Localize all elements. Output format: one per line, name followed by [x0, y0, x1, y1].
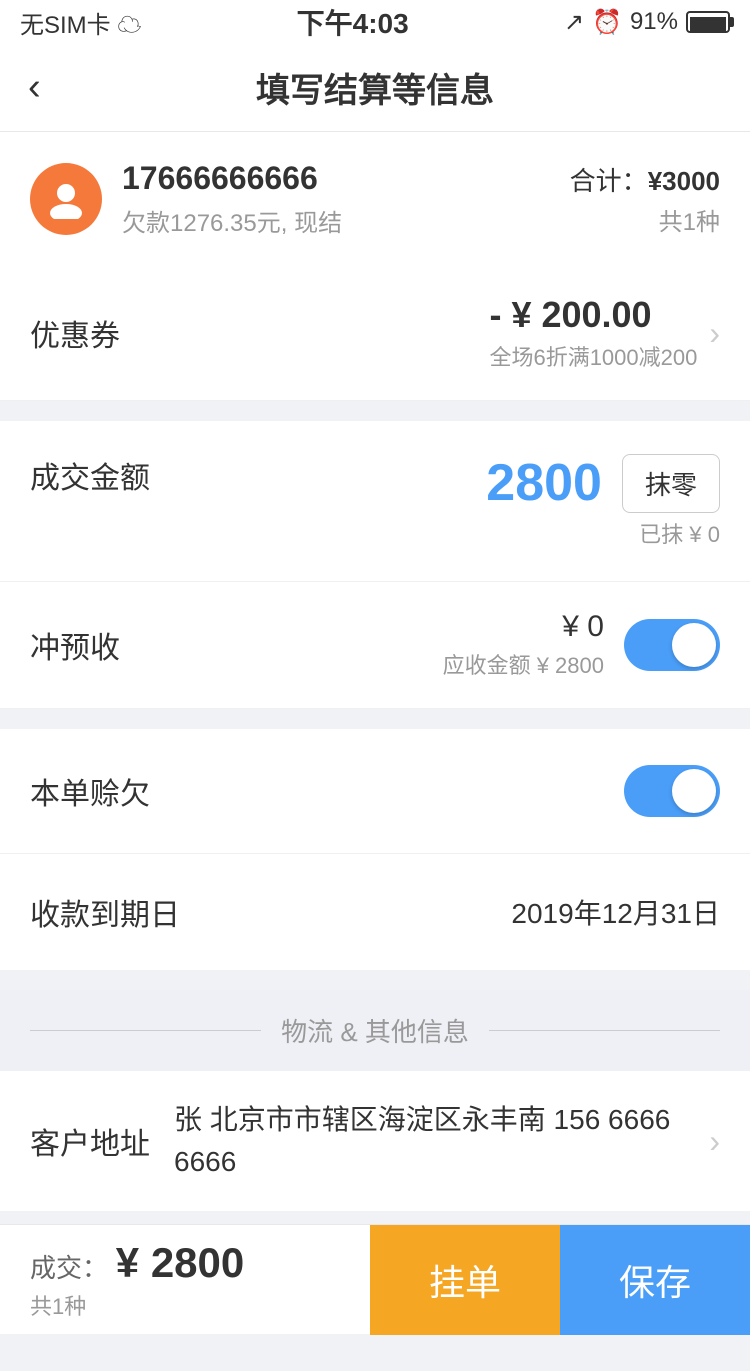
address-chevron-icon: ›: [709, 1123, 720, 1160]
coupon-right: - ¥ 200.00 全场6折满1000减200 ›: [489, 294, 720, 372]
address-section[interactable]: 客户地址 张 北京市市辖区海淀区永丰南 156 6666 6666 ›: [0, 1071, 750, 1211]
prepay-row: 冲预收 ¥ 0 应收金额 ¥ 2800: [0, 582, 750, 709]
status-left: 无SIM卡 ☁: [20, 5, 141, 40]
bottom-bar: 成交： ¥ 2800 共1种 挂单 保存: [0, 1224, 750, 1334]
prepay-right: ¥ 0 应收金额 ¥ 2800: [443, 610, 720, 680]
logistics-text: 物流 & 其他信息: [281, 1012, 469, 1049]
prepay-label: 冲预收: [30, 623, 120, 667]
battery-percent: 91%: [630, 8, 678, 36]
due-date-value: 2019年12月31日: [511, 892, 720, 932]
logistics-divider: 物流 & 其他信息: [0, 990, 750, 1071]
status-time: 下午4:03: [297, 2, 409, 42]
location-icon: ↗: [564, 8, 584, 37]
deal-amount-group: 2800 抹零: [486, 453, 720, 513]
user-phone: 17666666666: [122, 160, 342, 197]
debt-order-label: 本单赊欠: [30, 769, 150, 813]
nav-bar: ‹ 填写结算等信息: [0, 44, 750, 132]
coupon-amount: - ¥ 200.00: [489, 294, 697, 336]
debt-toggle-knob: [672, 769, 716, 813]
bottom-deal-row: 成交： ¥ 2800: [30, 1239, 340, 1287]
bottom-info: 成交： ¥ 2800 共1种: [0, 1239, 370, 1321]
coupon-desc: 全场6折满1000减200: [489, 340, 697, 372]
prepay-amount: ¥ 0: [443, 610, 604, 644]
bottom-count: 共1种: [30, 1289, 340, 1321]
address-label: 客户地址: [30, 1119, 150, 1163]
debt-order-toggle[interactable]: [624, 765, 720, 817]
user-details: 17666666666 欠款1276.35元, 现结: [122, 160, 342, 238]
save-button[interactable]: 保存: [560, 1225, 750, 1335]
debt-order-row: 本单赊欠: [0, 729, 750, 854]
battery-tip: [730, 17, 734, 27]
sim-status: 无SIM卡 ☁: [20, 5, 141, 40]
deal-amount-value: 2800: [486, 453, 602, 513]
user-info-left: 17666666666 欠款1276.35元, 现结: [30, 160, 342, 238]
logistics-line-right: [489, 1030, 720, 1031]
pending-button[interactable]: 挂单: [370, 1225, 560, 1335]
user-info-section: 17666666666 欠款1276.35元, 现结 合计：¥3000 共1种: [0, 132, 750, 266]
gray-divider-3: [0, 970, 750, 990]
logistics-line-left: [30, 1030, 261, 1031]
user-total: 合计：¥3000 共1种: [570, 161, 720, 237]
avatar: [30, 163, 102, 235]
status-bar: 无SIM卡 ☁ 下午4:03 ↗ ⏰ 91%: [0, 0, 750, 44]
back-button[interactable]: ‹: [28, 66, 41, 109]
coupon-label: 优惠券: [30, 311, 120, 355]
deal-right: 2800 抹零 已抹 ¥ 0: [486, 453, 720, 549]
prepay-sub: 应收金额 ¥ 2800: [443, 648, 604, 680]
alarm-icon: ⏰: [592, 8, 622, 37]
bottom-deal-amount: ¥ 2800: [116, 1239, 244, 1286]
deal-label: 成交金额: [30, 453, 150, 497]
page-title: 填写结算等信息: [256, 63, 494, 112]
chevron-right-icon: ›: [709, 315, 720, 352]
round-zero-button[interactable]: 抹零: [622, 454, 720, 513]
status-right: ↗ ⏰ 91%: [564, 8, 730, 37]
deal-amount-row: 成交金额 2800 抹零 已抹 ¥ 0: [0, 421, 750, 582]
prepay-toggle[interactable]: [624, 619, 720, 671]
total-count: 共1种: [570, 202, 720, 237]
deal-sub: 已抹 ¥ 0: [639, 517, 720, 549]
toggle-knob: [672, 623, 716, 667]
prepay-col: ¥ 0 应收金额 ¥ 2800: [443, 610, 604, 680]
bottom-deal-label: 成交：: [30, 1253, 108, 1283]
total-label: 合计：¥3000: [570, 161, 720, 198]
due-date-row: 收款到期日 2019年12月31日: [0, 854, 750, 970]
user-debt: 欠款1276.35元, 现结: [122, 203, 342, 238]
content-area: 17666666666 欠款1276.35元, 现结 合计：¥3000 共1种 …: [0, 132, 750, 1371]
coupon-info: - ¥ 200.00 全场6折满1000减200: [489, 294, 697, 372]
gray-divider-2: [0, 709, 750, 729]
due-date-label: 收款到期日: [30, 890, 180, 934]
coupon-section[interactable]: 优惠券 - ¥ 200.00 全场6折满1000减200 ›: [0, 266, 750, 401]
gray-divider-1: [0, 401, 750, 421]
address-content: 张 北京市市辖区海淀区永丰南 156 6666 6666: [174, 1099, 699, 1183]
battery-icon: [686, 11, 730, 33]
